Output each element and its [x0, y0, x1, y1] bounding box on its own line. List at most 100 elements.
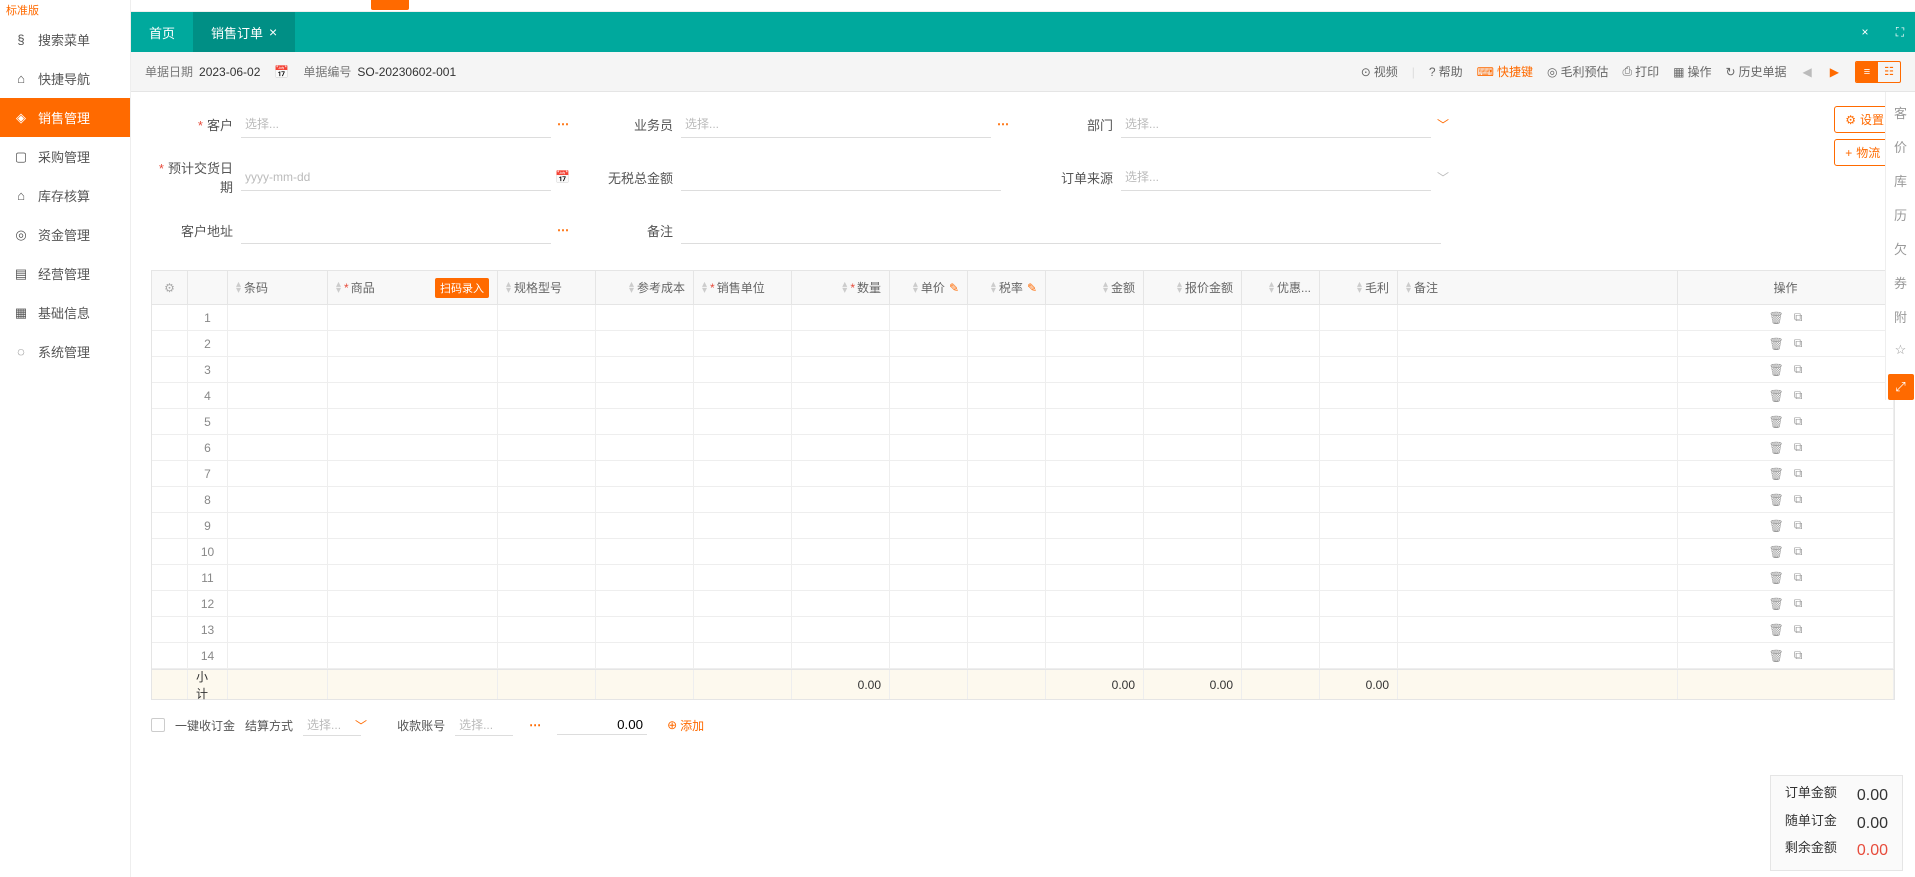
pretax-input[interactable]	[681, 163, 1001, 191]
cell[interactable]	[968, 617, 1046, 642]
table-row[interactable]: 14🗑⧉	[152, 643, 1894, 669]
cell[interactable]	[596, 305, 694, 330]
copy-icon[interactable]: ⧉	[1794, 414, 1803, 429]
cell[interactable]	[792, 305, 890, 330]
cell[interactable]	[328, 591, 498, 616]
cell[interactable]	[328, 357, 498, 382]
cell[interactable]	[1242, 513, 1320, 538]
cell[interactable]	[792, 513, 890, 538]
table-row[interactable]: 12🗑⧉	[152, 591, 1894, 617]
th-spec[interactable]: ▴▾规格型号	[498, 271, 596, 304]
more-icon[interactable]: ⋯	[551, 117, 575, 131]
cell[interactable]	[1046, 591, 1144, 616]
cell[interactable]	[152, 409, 188, 434]
cell[interactable]	[968, 591, 1046, 616]
delivery-input[interactable]	[241, 163, 551, 191]
cell[interactable]	[1242, 565, 1320, 590]
cell[interactable]	[1242, 487, 1320, 512]
cell[interactable]	[1046, 565, 1144, 590]
cell[interactable]	[1320, 487, 1398, 512]
cell[interactable]	[328, 487, 498, 512]
cell[interactable]	[1398, 565, 1678, 590]
cell[interactable]	[694, 305, 792, 330]
cell[interactable]	[596, 435, 694, 460]
cell[interactable]	[1144, 331, 1242, 356]
cell[interactable]	[1046, 305, 1144, 330]
cell[interactable]	[498, 357, 596, 382]
cell[interactable]	[1144, 643, 1242, 668]
cell[interactable]	[968, 539, 1046, 564]
delete-icon[interactable]: 🗑	[1769, 467, 1784, 481]
cell[interactable]	[1046, 331, 1144, 356]
cell[interactable]	[1320, 513, 1398, 538]
cell[interactable]	[968, 513, 1046, 538]
cell[interactable]	[890, 305, 968, 330]
cell[interactable]	[1398, 461, 1678, 486]
cell[interactable]	[694, 513, 792, 538]
sidebar-item-system[interactable]: ◌系统管理	[0, 332, 130, 371]
cell[interactable]	[1046, 357, 1144, 382]
next-doc-icon[interactable]: ▶	[1828, 65, 1841, 79]
cell[interactable]	[890, 435, 968, 460]
copy-icon[interactable]: ⧉	[1794, 362, 1803, 377]
cell[interactable]	[1398, 487, 1678, 512]
cell[interactable]	[1046, 513, 1144, 538]
cell[interactable]	[694, 435, 792, 460]
table-row[interactable]: 4🗑⧉	[152, 383, 1894, 409]
copy-icon[interactable]: ⧉	[1794, 648, 1803, 663]
cell[interactable]	[498, 539, 596, 564]
cell[interactable]	[890, 487, 968, 512]
cell[interactable]	[792, 539, 890, 564]
cell[interactable]	[228, 617, 328, 642]
cell[interactable]	[1398, 409, 1678, 434]
cell[interactable]	[328, 383, 498, 408]
cell[interactable]	[1242, 461, 1320, 486]
cell[interactable]	[1046, 617, 1144, 642]
cell[interactable]	[968, 461, 1046, 486]
cell[interactable]	[1242, 539, 1320, 564]
cell[interactable]	[792, 357, 890, 382]
delete-icon[interactable]: 🗑	[1769, 519, 1784, 533]
cell[interactable]	[596, 539, 694, 564]
cell[interactable]	[890, 461, 968, 486]
cell[interactable]	[152, 539, 188, 564]
cell[interactable]	[498, 617, 596, 642]
cell[interactable]	[1398, 539, 1678, 564]
delete-icon[interactable]: 🗑	[1769, 545, 1784, 559]
cell[interactable]	[596, 409, 694, 434]
sidebar-item-sales[interactable]: ◈销售管理	[0, 98, 130, 137]
cell[interactable]	[228, 461, 328, 486]
cell[interactable]	[1144, 513, 1242, 538]
add-button[interactable]: ⊕添加	[667, 717, 704, 734]
rail-star-icon[interactable]: ☆	[1891, 340, 1911, 360]
copy-icon[interactable]: ⧉	[1794, 336, 1803, 351]
cell[interactable]	[1320, 357, 1398, 382]
cell[interactable]	[792, 331, 890, 356]
cell[interactable]	[1398, 591, 1678, 616]
rail-history-icon[interactable]: 历	[1891, 204, 1911, 224]
th-discount[interactable]: ▴▾优惠...	[1242, 271, 1320, 304]
cell[interactable]	[1144, 487, 1242, 512]
cell[interactable]	[1320, 305, 1398, 330]
cell[interactable]	[1046, 435, 1144, 460]
edit-icon[interactable]: ✎	[1027, 281, 1037, 295]
cell[interactable]	[1398, 643, 1678, 668]
cell[interactable]	[968, 435, 1046, 460]
sidebar-item-inventory[interactable]: ⌂库存核算	[0, 176, 130, 215]
cell[interactable]	[1398, 617, 1678, 642]
th-qty[interactable]: ▴▾数量	[792, 271, 890, 304]
cell[interactable]	[1144, 357, 1242, 382]
list-view-button[interactable]: ☷	[1878, 62, 1900, 82]
cell[interactable]	[1144, 435, 1242, 460]
more-icon[interactable]: ⋯	[523, 718, 547, 732]
table-row[interactable]: 8🗑⧉	[152, 487, 1894, 513]
cell[interactable]	[328, 539, 498, 564]
tab-sales-order[interactable]: 销售订单×	[193, 12, 295, 52]
th-unit[interactable]: ▴▾销售单位	[694, 271, 792, 304]
cell[interactable]	[596, 617, 694, 642]
cell[interactable]	[152, 565, 188, 590]
table-row[interactable]: 7🗑⧉	[152, 461, 1894, 487]
cell[interactable]	[498, 305, 596, 330]
cell[interactable]	[1242, 435, 1320, 460]
account-select[interactable]: 选择...	[455, 714, 513, 736]
